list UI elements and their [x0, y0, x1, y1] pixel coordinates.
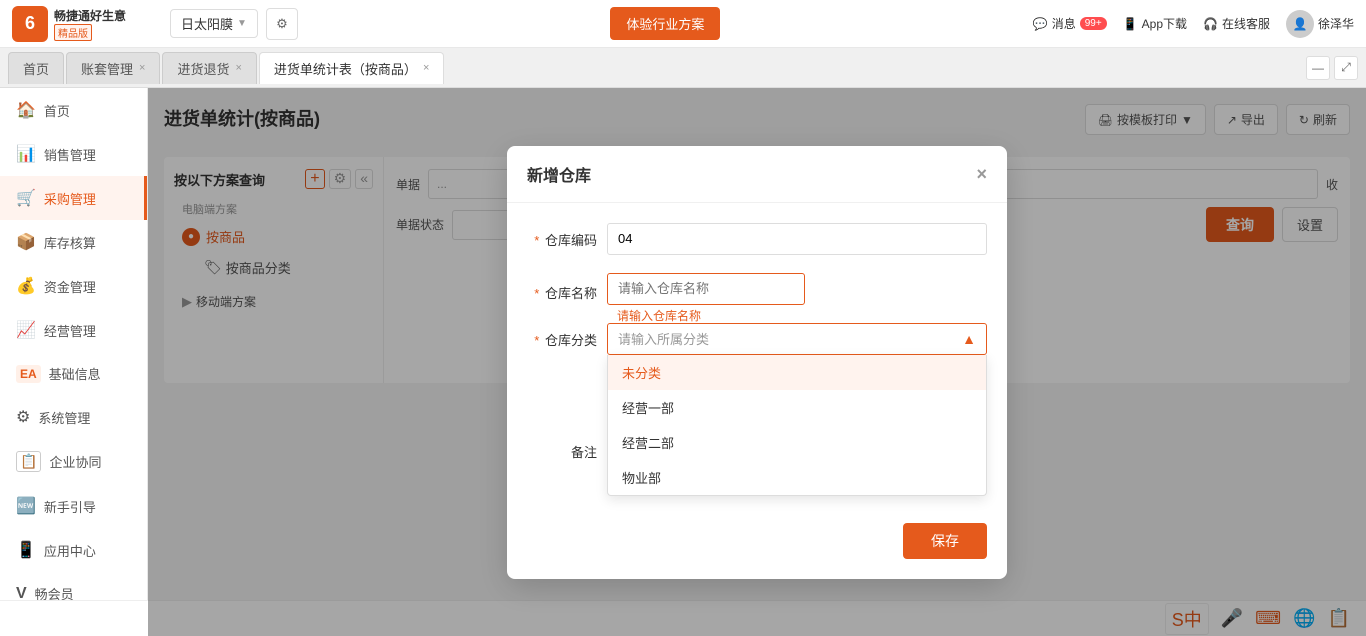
dropdown-item-1[interactable]: 经营一部: [608, 390, 986, 425]
message-btn[interactable]: 💬 消息 99+: [1033, 15, 1107, 32]
form-row-category: * 仓库分类 请输入所属分类 ▲ 未分类 经营一部 经营二部 物业部: [527, 323, 987, 355]
guide-icon: 🆕: [16, 496, 36, 516]
sidebar-item-appcenter[interactable]: 📱 应用中心: [0, 528, 147, 572]
online-service-btn[interactable]: 🎧 在线客服: [1203, 15, 1270, 32]
name-input[interactable]: [607, 273, 805, 305]
name-label: * 仓库名称: [527, 276, 607, 302]
sidebar-item-system[interactable]: ⚙ 系统管理: [0, 395, 147, 439]
tab-maximize-btn[interactable]: ⤢: [1334, 56, 1358, 80]
dropdown-item-3[interactable]: 物业部: [608, 460, 986, 495]
category-label: * 仓库分类: [527, 323, 607, 349]
settings-icon-btn[interactable]: ⚙: [266, 8, 298, 40]
tab-purchase-stats[interactable]: 进货单统计表（按商品） ×: [259, 52, 444, 84]
sidebar-item-inventory[interactable]: 📦 库存核算: [0, 220, 147, 264]
gear-icon: ⚙: [276, 16, 288, 32]
modal-body: * 仓库编码 * 仓库名称: [507, 203, 1007, 511]
sidebar-item-guide[interactable]: 🆕 新手引导: [0, 484, 147, 528]
operations-icon: 📈: [16, 320, 36, 340]
store-selector[interactable]: 日太阳膜 ▼: [170, 9, 258, 38]
sidebar-item-purchase[interactable]: 🛒 采购管理: [0, 176, 147, 220]
category-dropdown: 未分类 经营一部 经营二部 物业部: [607, 355, 987, 496]
tab-close-accounts[interactable]: ×: [139, 62, 145, 74]
header-center: 体验行业方案: [298, 7, 1033, 40]
modal-header: 新增仓库 ×: [507, 146, 1007, 203]
phone-icon: 📱: [1123, 17, 1138, 31]
basic-icon: EA: [16, 365, 41, 383]
top-header: 6 畅捷通好生意 精品版 日太阳膜 ▼ ⚙ 体验行业方案 💬 消息 99+ 📱 …: [0, 0, 1366, 48]
logo-area: 6 畅捷通好生意 精品版: [12, 6, 160, 42]
appcenter-icon: 📱: [16, 540, 36, 560]
main-layout: 🏠 首页 📊 销售管理 🛒 采购管理 📦 库存核算 💰 资金管理 📈 经营管理 …: [0, 88, 1366, 636]
sales-icon: 📊: [16, 144, 36, 164]
form-row-code: * 仓库编码: [527, 223, 987, 255]
message-icon: 💬: [1033, 17, 1048, 31]
chevron-up-icon: ▲: [962, 331, 976, 347]
tab-accounts[interactable]: 账套管理 ×: [66, 52, 160, 84]
message-badge: 99+: [1080, 17, 1107, 30]
tab-minimize-btn[interactable]: —: [1306, 56, 1330, 80]
sidebar-item-finance[interactable]: 💰 资金管理: [0, 264, 147, 308]
sidebar-item-operations[interactable]: 📈 经营管理: [0, 308, 147, 352]
user-menu[interactable]: 👤 徐泽华: [1286, 10, 1354, 38]
tab-close-purchase-return[interactable]: ×: [235, 62, 241, 74]
dropdown-item-0[interactable]: 未分类: [608, 355, 986, 390]
avatar: 👤: [1286, 10, 1314, 38]
modal-overlay[interactable]: 新增仓库 × * 仓库编码: [148, 88, 1366, 636]
code-input[interactable]: [607, 223, 987, 255]
system-icon: ⚙: [16, 407, 30, 427]
content-area: 进货单统计(按商品) 🖨 按模板打印 ▼ ↗ 导出 ↻ 刷新: [148, 88, 1366, 636]
purchase-icon: 🛒: [16, 188, 36, 208]
tab-home[interactable]: 首页: [8, 52, 64, 84]
header-right: 💬 消息 99+ 📱 App下载 🎧 在线客服 👤 徐泽华: [1033, 10, 1354, 38]
tab-purchase-return[interactable]: 进货退货 ×: [162, 52, 256, 84]
experience-btn[interactable]: 体验行业方案: [610, 7, 720, 40]
sidebar-item-enterprise[interactable]: 📋 企业协同: [0, 439, 147, 484]
sidebar-item-home[interactable]: 🏠 首页: [0, 88, 147, 132]
inventory-icon: 📦: [16, 232, 36, 252]
code-label: * 仓库编码: [527, 223, 607, 249]
modal-title: 新增仓库: [527, 162, 591, 186]
headset-icon: 🎧: [1203, 17, 1218, 31]
category-select[interactable]: 请输入所属分类 ▲: [607, 323, 987, 355]
dropdown-item-2[interactable]: 经营二部: [608, 425, 986, 460]
save-btn[interactable]: 保存: [903, 523, 987, 559]
finance-icon: 💰: [16, 276, 36, 296]
remark-label: 备注: [527, 435, 607, 461]
home-icon: 🏠: [16, 100, 36, 120]
logo-text: 畅捷通好生意 精品版: [54, 7, 126, 41]
chevron-down-icon: ▼: [237, 18, 247, 29]
form-row-name: * 仓库名称 请输入仓库名称: [527, 273, 987, 305]
sidebar-item-basic[interactable]: EA 基础信息: [0, 352, 147, 395]
name-error-msg: 请输入仓库名称: [617, 307, 701, 324]
app-download-btn[interactable]: 📱 App下载: [1123, 15, 1187, 32]
tab-bar: 首页 账套管理 × 进货退货 × 进货单统计表（按商品） × — ⤢: [0, 48, 1366, 88]
app-logo-icon: 6: [12, 6, 48, 42]
sidebar-item-sales[interactable]: 📊 销售管理: [0, 132, 147, 176]
new-warehouse-modal: 新增仓库 × * 仓库编码: [507, 146, 1007, 579]
modal-close-btn[interactable]: ×: [976, 165, 987, 183]
modal-footer: 保存: [507, 511, 1007, 579]
tab-close-purchase-stats[interactable]: ×: [423, 62, 429, 74]
sidebar: 🏠 首页 📊 销售管理 🛒 采购管理 📦 库存核算 💰 资金管理 📈 经营管理 …: [0, 88, 148, 636]
tab-actions: — ⤢: [1306, 56, 1358, 80]
enterprise-icon: 📋: [16, 451, 41, 472]
